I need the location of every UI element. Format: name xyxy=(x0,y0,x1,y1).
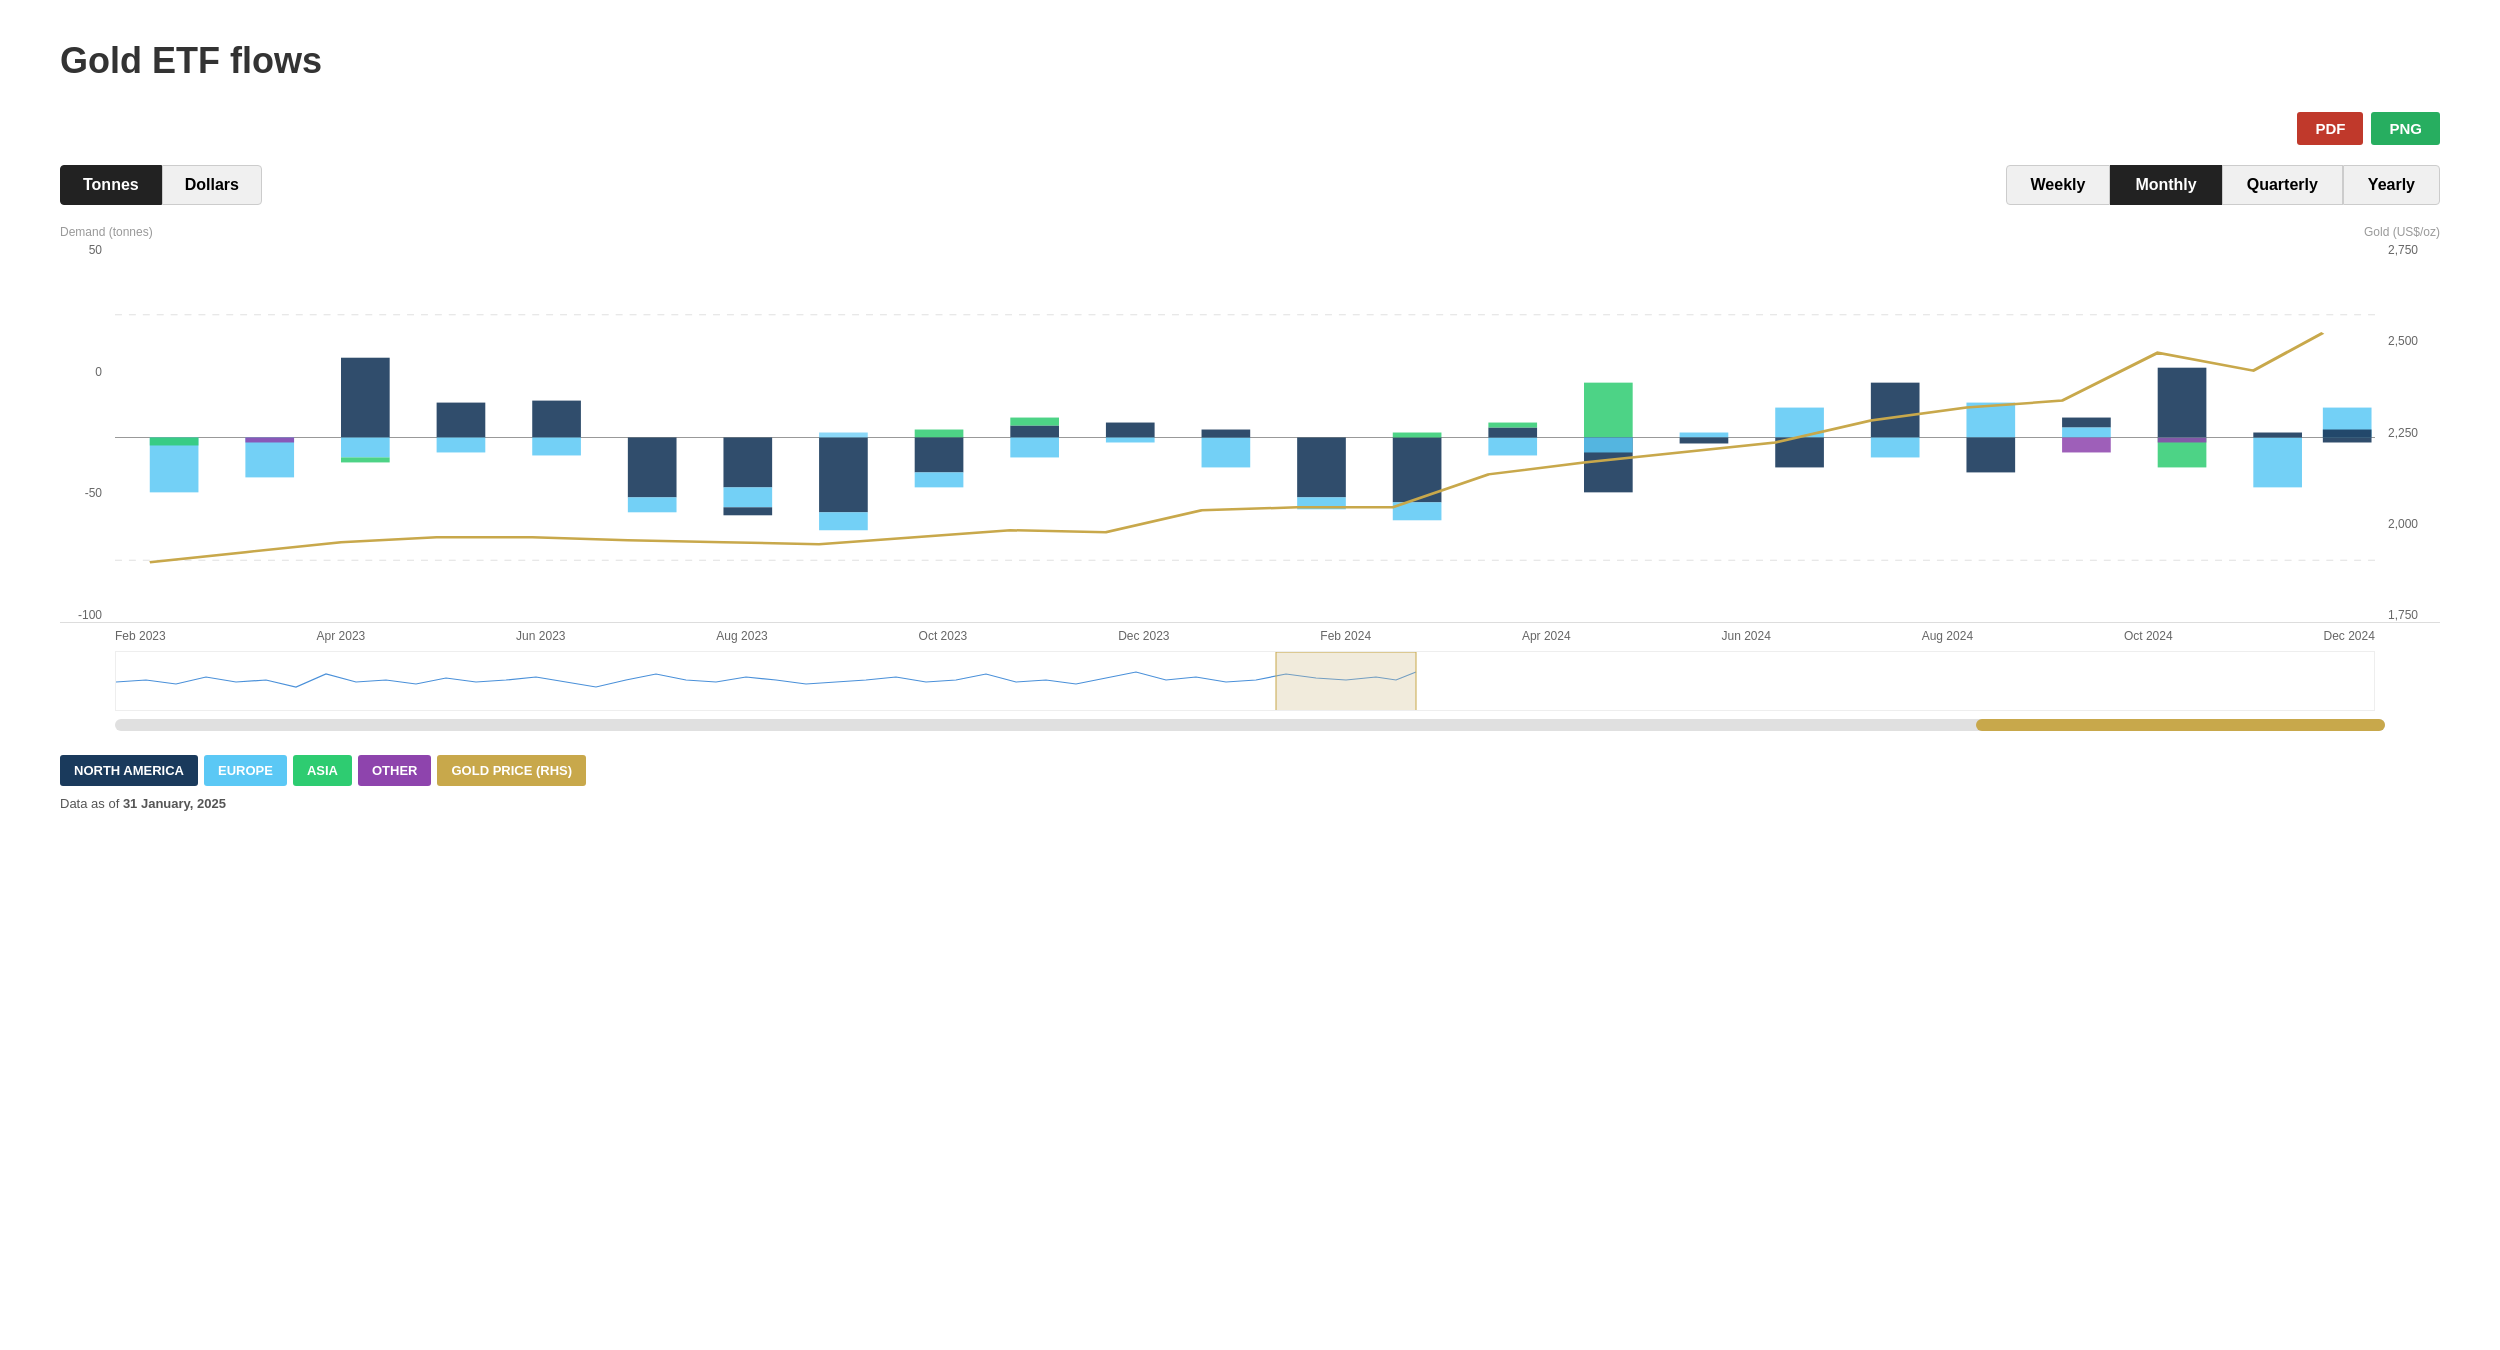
svg-rect-11 xyxy=(437,438,486,453)
svg-rect-28 xyxy=(1106,423,1155,438)
svg-rect-37 xyxy=(1488,438,1537,456)
svg-rect-17 xyxy=(723,487,772,507)
svg-rect-7 xyxy=(341,358,390,438)
svg-rect-24 xyxy=(915,472,964,487)
chart-legend: NORTH AMERICA EUROPE ASIA OTHER GOLD PRI… xyxy=(60,755,2440,786)
y-axis-left: 50 0 -50 -100 xyxy=(60,243,110,622)
svg-rect-16 xyxy=(723,438,772,488)
legend-asia-label: ASIA xyxy=(307,763,338,778)
svg-rect-54 xyxy=(2158,368,2207,438)
svg-rect-8 xyxy=(341,438,390,458)
svg-rect-9 xyxy=(341,457,390,462)
svg-rect-31 xyxy=(1202,430,1251,438)
data-note: Data as of 31 January, 2025 xyxy=(60,796,2440,811)
pdf-export-button[interactable]: PDF xyxy=(2297,112,2363,145)
svg-rect-5 xyxy=(245,438,294,478)
svg-rect-51 xyxy=(2062,418,2111,428)
data-note-prefix: Data as of xyxy=(60,796,123,811)
svg-rect-13 xyxy=(532,438,581,456)
period-yearly-button[interactable]: Yearly xyxy=(2343,165,2440,205)
period-toggle-group: Weekly Monthly Quarterly Yearly xyxy=(2006,165,2440,205)
chart-svg xyxy=(115,253,2375,622)
svg-rect-42 xyxy=(1584,438,1633,453)
svg-rect-22 xyxy=(915,430,964,438)
period-weekly-button[interactable]: Weekly xyxy=(2006,165,2111,205)
y-axis-left-label: Demand (tonnes) xyxy=(60,225,153,239)
scrollbar[interactable] xyxy=(115,719,2385,731)
svg-rect-27 xyxy=(1010,438,1059,458)
svg-rect-36 xyxy=(1393,433,1442,438)
mini-chart[interactable] xyxy=(115,651,2375,711)
svg-rect-32 xyxy=(1297,438,1346,498)
svg-rect-48 xyxy=(1871,438,1920,458)
svg-rect-38 xyxy=(1488,428,1537,438)
unit-tonnes-button[interactable]: Tonnes xyxy=(60,165,162,205)
legend-gold-price[interactable]: GOLD PRICE (RHS) xyxy=(437,755,586,786)
svg-rect-23 xyxy=(915,438,964,473)
svg-rect-40 xyxy=(1584,383,1633,438)
svg-rect-60 xyxy=(2323,438,2372,443)
legend-asia[interactable]: ASIA xyxy=(293,755,352,786)
svg-rect-30 xyxy=(1202,438,1251,468)
png-export-button[interactable]: PNG xyxy=(2371,112,2440,145)
svg-rect-19 xyxy=(819,438,868,513)
chart-controls: Tonnes Dollars Weekly Monthly Quarterly … xyxy=(60,165,2440,205)
svg-rect-25 xyxy=(1010,426,1059,438)
period-monthly-button[interactable]: Monthly xyxy=(2110,165,2221,205)
unit-dollars-button[interactable]: Dollars xyxy=(162,165,262,205)
svg-rect-39 xyxy=(1488,423,1537,428)
svg-rect-50 xyxy=(1966,438,2015,473)
svg-rect-29 xyxy=(1106,438,1155,443)
x-axis-labels: Feb 2023 Apr 2023 Jun 2023 Aug 2023 Oct … xyxy=(115,629,2375,643)
chart-container: 50 0 -50 -100 2,750 2,500 2,250 2,000 1,… xyxy=(60,243,2440,731)
legend-other-label: OTHER xyxy=(372,763,418,778)
svg-rect-57 xyxy=(2253,438,2302,488)
unit-toggle-group: Tonnes Dollars xyxy=(60,165,262,205)
legend-other[interactable]: OTHER xyxy=(358,755,432,786)
period-quarterly-button[interactable]: Quarterly xyxy=(2222,165,2343,205)
svg-rect-43 xyxy=(1680,433,1729,438)
svg-rect-53 xyxy=(2062,438,2111,453)
svg-rect-4 xyxy=(150,438,199,446)
svg-rect-61 xyxy=(2323,430,2372,438)
scrollbar-thumb[interactable] xyxy=(1976,719,2385,731)
svg-rect-44 xyxy=(1680,438,1729,444)
svg-rect-26 xyxy=(1010,418,1059,426)
svg-rect-20 xyxy=(819,512,868,530)
chart-inner xyxy=(115,253,2375,622)
legend-gold-price-label: GOLD PRICE (RHS) xyxy=(451,763,572,778)
y-axis-right: 2,750 2,500 2,250 2,000 1,750 xyxy=(2380,243,2440,622)
svg-rect-10 xyxy=(437,403,486,438)
legend-europe-label: EUROPE xyxy=(218,763,273,778)
svg-rect-56 xyxy=(2158,438,2207,443)
page-title: Gold ETF flows xyxy=(60,40,2440,82)
legend-north-america-label: NORTH AMERICA xyxy=(74,763,184,778)
svg-rect-52 xyxy=(2062,428,2111,438)
export-toolbar: PDF PNG xyxy=(60,112,2440,145)
svg-rect-3 xyxy=(150,438,199,493)
y-axis-right-label: Gold (US$/oz) xyxy=(2364,225,2440,239)
data-note-date: 31 January, 2025 xyxy=(123,796,226,811)
legend-europe[interactable]: EUROPE xyxy=(204,755,287,786)
mini-chart-svg xyxy=(116,652,2374,710)
axis-labels: Demand (tonnes) Gold (US$/oz) xyxy=(60,225,2440,239)
svg-rect-18 xyxy=(723,507,772,515)
legend-north-america[interactable]: NORTH AMERICA xyxy=(60,755,198,786)
svg-rect-14 xyxy=(628,438,677,498)
svg-rect-62 xyxy=(1276,652,1416,710)
svg-rect-47 xyxy=(1871,383,1920,438)
main-chart-area: 50 0 -50 -100 2,750 2,500 2,250 2,000 1,… xyxy=(60,243,2440,623)
svg-rect-21 xyxy=(819,433,868,438)
svg-rect-6 xyxy=(245,438,294,443)
svg-rect-12 xyxy=(532,401,581,438)
svg-rect-15 xyxy=(628,497,677,512)
svg-rect-58 xyxy=(2253,433,2302,438)
